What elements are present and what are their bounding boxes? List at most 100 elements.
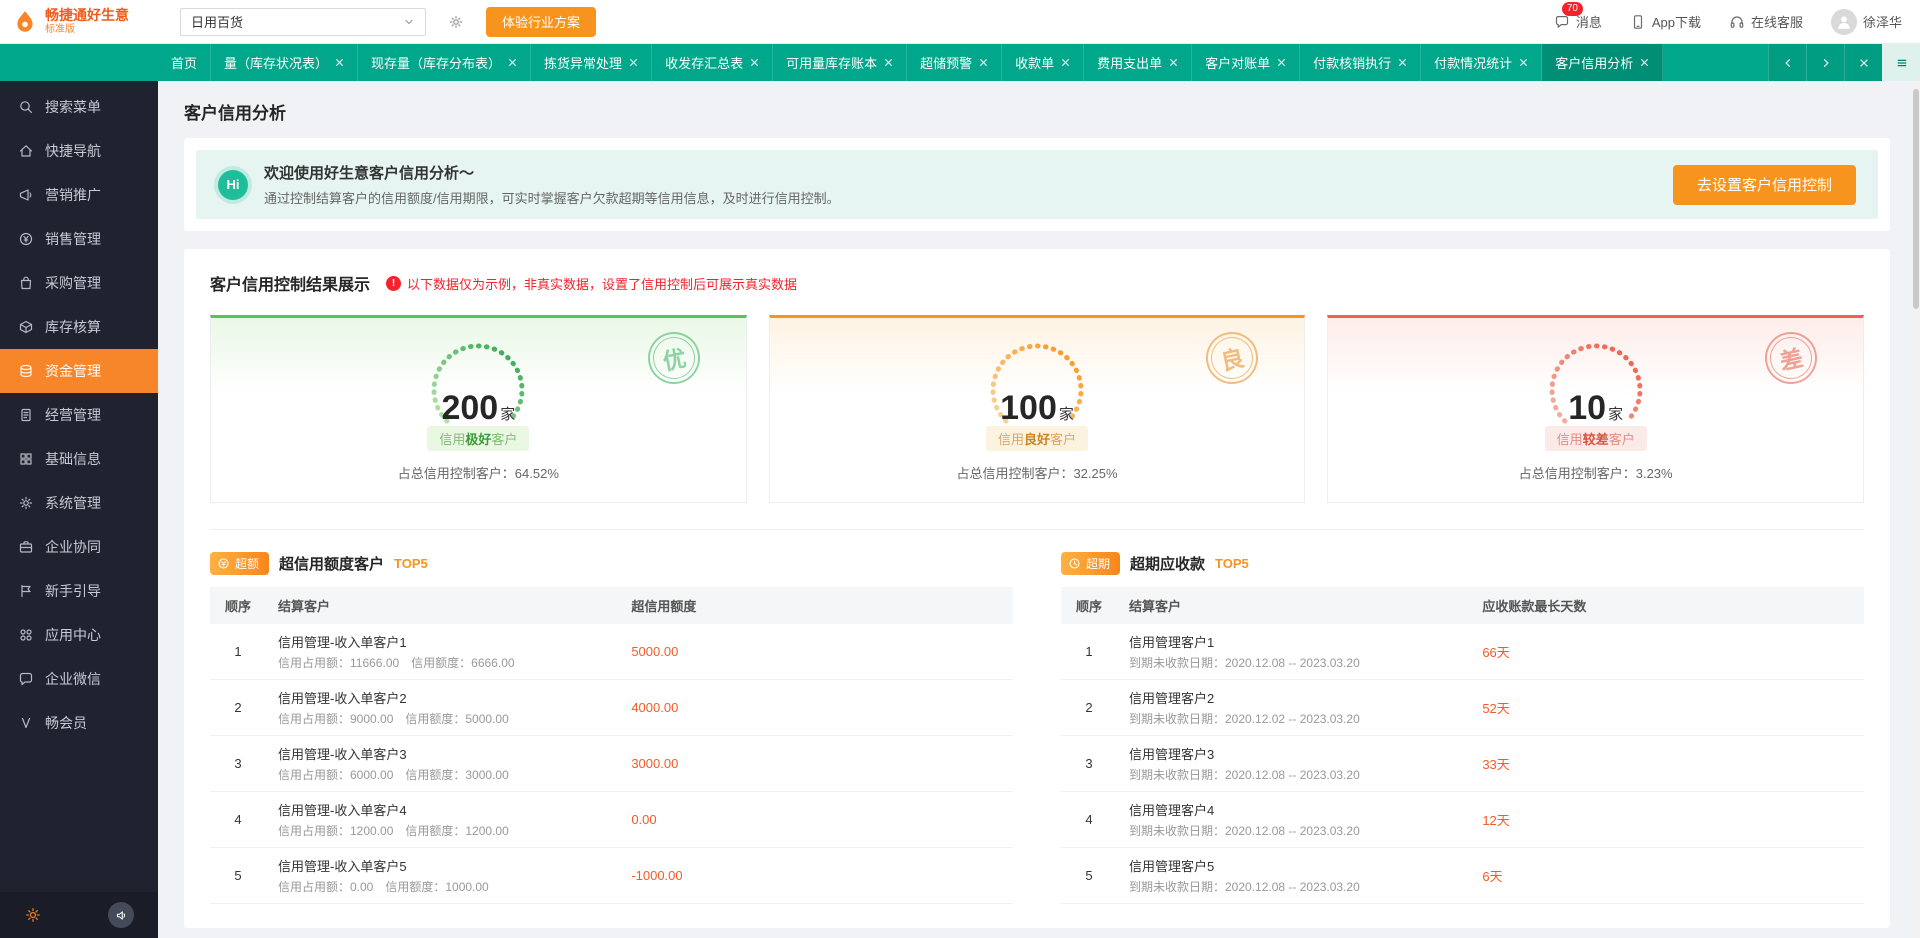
gear-icon: [19, 496, 33, 510]
tab-picking-exception[interactable]: 拣货异常处理: [531, 44, 653, 81]
column-header: 结算客户: [266, 587, 620, 624]
close-tab-icon[interactable]: [1061, 58, 1070, 67]
close-tab-icon[interactable]: [508, 58, 517, 67]
table-row[interactable]: 4 信用管理客户4 到期未收款日期：2020.12.08 -- 2023.03.2…: [1061, 791, 1864, 848]
customer-count: 10: [1568, 389, 1607, 427]
top5-label: TOP5: [1215, 556, 1249, 571]
online-support-link[interactable]: 在线客服: [1729, 12, 1803, 31]
close-all-tabs-button[interactable]: [1844, 44, 1882, 81]
sidebar-item-wechat[interactable]: 企业微信: [0, 657, 158, 701]
stat-caption: 占总信用控制客户：32.25%: [956, 466, 1118, 481]
tab-expense-voucher[interactable]: 费用支出单: [1084, 44, 1193, 81]
tab-receipt-dispatch-summary[interactable]: 收发存汇总表: [652, 44, 774, 81]
customer-detail: 信用占用额：1200.00 信用额度：1200.00: [278, 824, 509, 838]
tab-overstock-alert[interactable]: 超储预警: [907, 44, 1003, 81]
sidebar-item-operations[interactable]: 经营管理: [0, 393, 158, 437]
close-tab-icon[interactable]: [629, 58, 638, 67]
overdue-table: 顺序 结算客户 应收账款最长天数 1 信用管理客户1 到期未收款日期：2020.1…: [1061, 587, 1864, 904]
settings-gear-icon[interactable]: [442, 8, 470, 36]
tab-stock-distribution-report[interactable]: 现存量（库存分布表）: [358, 44, 532, 81]
customer-detail: 到期未收款日期：2020.12.08 -- 2023.03.20: [1129, 656, 1360, 670]
sidebar-item-member[interactable]: 畅会员: [0, 701, 158, 745]
column-header: 超信用额度: [619, 587, 1013, 624]
sidebar-item-guide[interactable]: 新手引导: [0, 569, 158, 613]
sidebar-item-sales[interactable]: 销售管理: [0, 217, 158, 261]
messages-link[interactable]: 70 消息: [1554, 2, 1602, 31]
close-tab-icon[interactable]: [335, 58, 344, 67]
table-row[interactable]: 1 信用管理-收入单客户1 信用占用额：11666.00 信用额度：6666.00…: [210, 624, 1013, 680]
page-title: 客户信用分析: [184, 104, 286, 123]
setup-credit-control-button[interactable]: 去设置客户信用控制: [1672, 164, 1856, 205]
tab-customer-statement[interactable]: 客户对账单: [1192, 44, 1301, 81]
sidebar-item-quick-nav[interactable]: 快捷导航: [0, 129, 158, 173]
coin-icon: [218, 558, 229, 569]
welcome-title: 欢迎使用好生意客户信用分析～: [264, 165, 475, 182]
close-tab-icon[interactable]: [979, 58, 988, 67]
customer-detail: 到期未收款日期：2020.12.08 -- 2023.03.20: [1129, 880, 1360, 894]
stat-card-excellent: 200 家 信用 极好 客户 占总信用控制客户：64.52% 优: [210, 315, 747, 503]
search-icon: [20, 101, 33, 114]
briefcase-icon: [19, 541, 33, 553]
messages-badge: 70: [1561, 2, 1583, 16]
close-tab-icon[interactable]: [750, 58, 759, 67]
sidebar-item-inventory[interactable]: 库存核算: [0, 305, 158, 349]
customer-name: 信用管理-收入单客户1: [278, 635, 407, 650]
close-tab-icon[interactable]: [1398, 58, 1407, 67]
tab-receipt-voucher[interactable]: 收款单: [1002, 44, 1085, 81]
tab-stock-status-report[interactable]: 量（库存状况表）: [211, 44, 359, 81]
close-tab-icon[interactable]: [1519, 58, 1528, 67]
scrollbar-thumb[interactable]: [1913, 89, 1919, 309]
tab-available-stock-ledger[interactable]: 可用量库存账本: [773, 44, 908, 81]
sidebar-item-collaboration[interactable]: 企业协同: [0, 525, 158, 569]
tab-payment-writeoff[interactable]: 付款核销执行: [1300, 44, 1422, 81]
trial-plan-button[interactable]: 体验行业方案: [486, 6, 597, 37]
table-row[interactable]: 5 信用管理客户5 到期未收款日期：2020.12.08 -- 2023.03.2…: [1061, 847, 1864, 904]
sidebar-item-system[interactable]: 系统管理: [0, 481, 158, 525]
table-row[interactable]: 5 信用管理-收入单客户5 信用占用额：0.00 信用额度：1000.00 -10…: [210, 847, 1013, 904]
headset-icon: [1730, 15, 1744, 28]
sidebar-item-search-menu[interactable]: 搜索菜单: [0, 85, 158, 129]
table-row[interactable]: 1 信用管理客户1 到期未收款日期：2020.12.08 -- 2023.03.2…: [1061, 624, 1864, 680]
customer-name: 信用管理客户2: [1129, 691, 1215, 706]
customer-name: 信用管理客户3: [1129, 747, 1215, 762]
announcement-sound-button[interactable]: [108, 902, 134, 928]
scroll-tabs-right-button[interactable]: [1806, 44, 1844, 81]
stamp-good-icon: 良: [1201, 327, 1264, 389]
tab-home[interactable]: 首页: [158, 44, 212, 81]
tab-strip: 首页 量（库存状况表） 现存量（库存分布表） 拣货异常处理 收发存汇总表 可用量…: [158, 44, 1768, 81]
close-tab-icon[interactable]: [884, 58, 893, 67]
close-tab-icon[interactable]: [1169, 58, 1178, 67]
customer-name: 信用管理-收入单客户4: [278, 803, 407, 818]
customer-detail: 信用占用额：0.00 信用额度：1000.00: [278, 880, 489, 894]
app-download-label: App下载: [1651, 15, 1701, 30]
industry-select[interactable]: 日用百货: [180, 7, 426, 36]
customer-name: 信用管理-收入单客户5: [278, 859, 407, 874]
sidebar-item-marketing[interactable]: 营销推广: [0, 173, 158, 217]
customer-detail: 到期未收款日期：2020.12.08 -- 2023.03.20: [1129, 768, 1360, 782]
credit-stat-cards: 200 家 信用 极好 客户 占总信用控制客户：64.52% 优 100 家 信…: [210, 315, 1865, 503]
table-row[interactable]: 2 信用管理客户2 到期未收款日期：2020.12.02 -- 2023.03.2…: [1061, 679, 1864, 736]
table-row[interactable]: 2 信用管理-收入单客户2 信用占用额：9000.00 信用额度：5000.00 …: [210, 679, 1013, 736]
user-menu[interactable]: 徐泽华: [1830, 8, 1902, 35]
member-v-icon: [21, 717, 31, 729]
app-download-link[interactable]: App下载: [1630, 12, 1701, 31]
column-header: 顺序: [1061, 587, 1117, 624]
sidebar-item-base-info[interactable]: 基础信息: [0, 437, 158, 481]
table-row[interactable]: 3 信用管理客户3 到期未收款日期：2020.12.08 -- 2023.03.2…: [1061, 735, 1864, 792]
sidebar-item-funds[interactable]: 资金管理: [0, 349, 158, 393]
tab-customer-credit-analysis[interactable]: 客户信用分析: [1542, 44, 1664, 81]
sidebar-item-purchase[interactable]: 采购管理: [0, 261, 158, 305]
tab-payment-stats[interactable]: 付款情况统计: [1421, 44, 1543, 81]
close-tab-icon[interactable]: [1277, 58, 1286, 67]
sidebar-item-app-center[interactable]: 应用中心: [0, 613, 158, 657]
table-row[interactable]: 3 信用管理-收入单客户3 信用占用额：6000.00 信用额度：3000.00 …: [210, 735, 1013, 792]
table-row[interactable]: 4 信用管理-收入单客户4 信用占用额：1200.00 信用额度：1200.00 …: [210, 791, 1013, 848]
avatar: [1830, 8, 1857, 35]
footer-gear-icon[interactable]: [24, 906, 42, 924]
scroll-tabs-left-button[interactable]: [1768, 44, 1806, 81]
page-content: 客户信用分析 Hi 欢迎使用好生意客户信用分析～ 通过控制结算客户的信用额度/信…: [158, 81, 1920, 938]
close-tab-icon[interactable]: [1640, 58, 1649, 67]
brand-bird-icon: [17, 10, 33, 32]
customer-count: 200: [441, 389, 499, 427]
tab-list-menu-button[interactable]: [1882, 44, 1920, 81]
